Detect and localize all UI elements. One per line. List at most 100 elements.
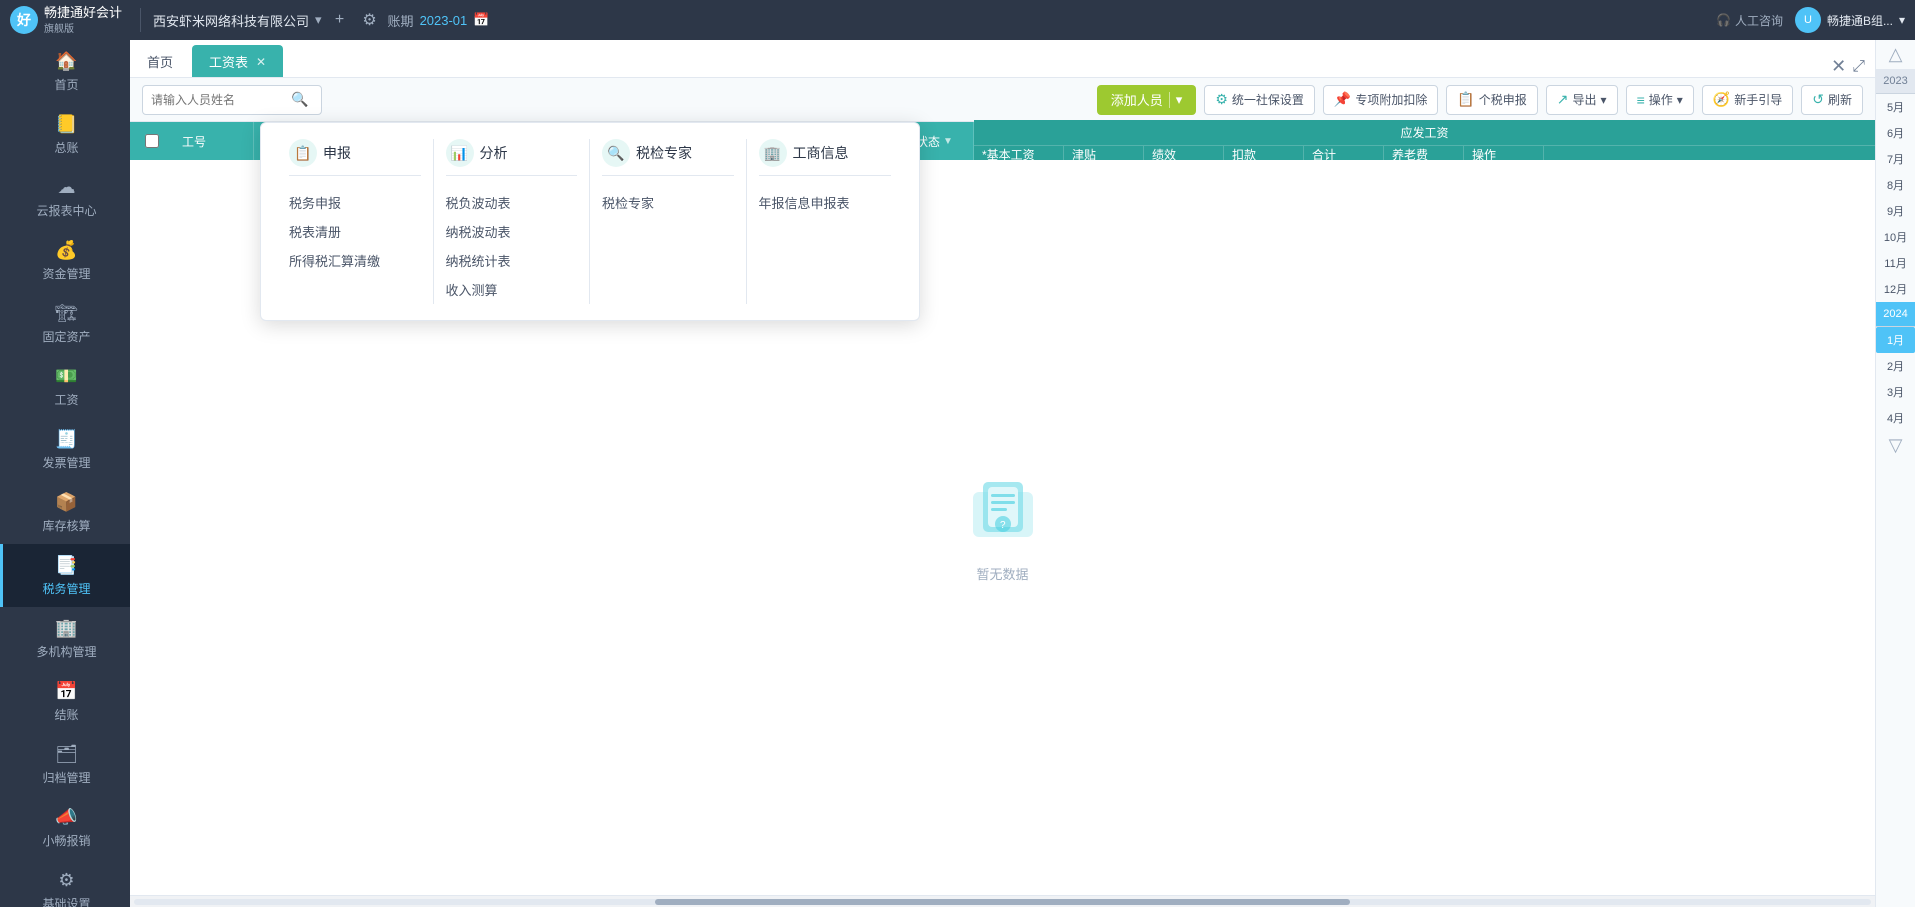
logo-area: 好 畅捷通好会计 旗舰版 bbox=[10, 5, 140, 36]
refresh-button[interactable]: ↺ 刷新 bbox=[1801, 85, 1863, 115]
special-deduction-button[interactable]: 📌 专项附加扣除 bbox=[1323, 85, 1438, 115]
settings-icon[interactable]: ⚙ bbox=[358, 8, 382, 32]
item-annual-report[interactable]: 年报信息申报表 bbox=[759, 188, 892, 217]
month-11[interactable]: 11月 bbox=[1876, 250, 1915, 276]
month-6[interactable]: 6月 bbox=[1876, 120, 1915, 146]
analysis-icon: 📊 bbox=[446, 139, 474, 167]
export-label: 导出 bbox=[1573, 91, 1597, 108]
sidebar-label-multi-org: 多机构管理 bbox=[36, 643, 96, 660]
month-9[interactable]: 9月 bbox=[1876, 198, 1915, 224]
sidebar-label-tax: 税务管理 bbox=[42, 580, 90, 597]
item-income-tax-settlement[interactable]: 所得税汇算清缴 bbox=[289, 246, 421, 275]
special-deduction-label: 专项附加扣除 bbox=[1355, 91, 1427, 108]
scroll-down-icon[interactable]: ▽ bbox=[1876, 431, 1915, 460]
month-4[interactable]: 4月 bbox=[1876, 405, 1915, 431]
month-10[interactable]: 10月 bbox=[1876, 224, 1915, 250]
month-2[interactable]: 2月 bbox=[1876, 353, 1915, 379]
month-7[interactable]: 7月 bbox=[1876, 146, 1915, 172]
horizontal-scrollbar-thumb[interactable] bbox=[655, 899, 1350, 905]
sidebar-item-cloud-report[interactable]: ☁ 云报表中心 bbox=[0, 166, 130, 229]
horizontal-scrollbar-track[interactable] bbox=[134, 899, 1871, 905]
sidebar-item-fixed-assets[interactable]: 🏗 固定资产 bbox=[0, 292, 130, 355]
operations-button[interactable]: ≡ 操作 ▾ bbox=[1626, 85, 1694, 115]
sidebar-item-closing[interactable]: 📅 结账 bbox=[0, 670, 130, 733]
sidebar: 🏠 首页 📒 总账 ☁ 云报表中心 💰 资金管理 🏗 固定资产 💵 工资 🧾 发… bbox=[0, 40, 130, 907]
business-info-title: 工商信息 bbox=[793, 143, 849, 163]
dropdown-section-analysis: 📊 分析 税负波动表 纳税波动表 纳税统计表 收入测算 bbox=[434, 139, 591, 304]
item-tax-payment-fluctuation[interactable]: 纳税波动表 bbox=[446, 217, 578, 246]
content-area: 首页 工资表 ✕ ✕ ⤢ 🔍 添加人员 ▾ bbox=[130, 40, 1875, 907]
month-3[interactable]: 3月 bbox=[1876, 379, 1915, 405]
item-tax-expert[interactable]: 税检专家 bbox=[602, 188, 734, 217]
sidebar-item-xiaochang[interactable]: 📣 小畅报销 bbox=[0, 796, 130, 859]
sidebar-item-settings[interactable]: ⚙ 基础设置 bbox=[0, 859, 130, 907]
search-input[interactable] bbox=[151, 93, 291, 107]
sidebar-item-tax[interactable]: 📑 税务管理 bbox=[0, 544, 130, 607]
item-income-forecast[interactable]: 收入测算 bbox=[446, 275, 578, 304]
declaration-icon: 📋 bbox=[289, 139, 317, 167]
sidebar-item-payroll[interactable]: 💵 工资 bbox=[0, 355, 130, 418]
calendar-icon[interactable]: 📅 bbox=[473, 12, 489, 28]
user-name: 畅捷通B组... bbox=[1827, 12, 1893, 29]
add-person-label: 添加人员 bbox=[1111, 90, 1163, 109]
sidebar-label-fixed-assets: 固定资产 bbox=[42, 328, 90, 345]
company-dropdown-icon[interactable]: ▾ bbox=[315, 12, 322, 28]
user-dropdown-icon: ▾ bbox=[1899, 13, 1905, 27]
scroll-up-icon[interactable]: △ bbox=[1876, 40, 1915, 69]
guide-toolbar-icon: 🧭 bbox=[1713, 91, 1730, 108]
closing-icon: 📅 bbox=[56, 680, 78, 702]
app-title: 畅捷通好会计 bbox=[44, 5, 122, 21]
select-all-checkbox[interactable] bbox=[145, 134, 159, 148]
item-tax-form-list[interactable]: 税表清册 bbox=[289, 217, 421, 246]
item-tax-declaration[interactable]: 税务申报 bbox=[289, 188, 421, 217]
archive-icon: 🗂 bbox=[56, 743, 78, 765]
item-tax-payment-statistics[interactable]: 纳税统计表 bbox=[446, 246, 578, 275]
sidebar-label-settings: 基础设置 bbox=[42, 895, 90, 907]
ledger-icon: 📒 bbox=[56, 113, 78, 135]
tax-icon: 📑 bbox=[56, 554, 78, 576]
tab-payroll[interactable]: 工资表 ✕ bbox=[192, 45, 283, 77]
sidebar-item-invoice[interactable]: 🧾 发票管理 bbox=[0, 418, 130, 481]
service-button[interactable]: 🎧 人工咨询 bbox=[1716, 12, 1783, 29]
year-2023-label: 2023 bbox=[1876, 69, 1915, 94]
sidebar-item-home[interactable]: 🏠 首页 bbox=[0, 40, 130, 103]
operations-dropdown-icon: ▾ bbox=[1677, 93, 1683, 107]
tax-report-label: 个税申报 bbox=[1479, 91, 1527, 108]
th-checkbox-all[interactable] bbox=[130, 134, 174, 148]
user-area[interactable]: U 畅捷通B组... ▾ bbox=[1795, 7, 1905, 33]
dropdown-section-tax-expert: 🔍 税检专家 税检专家 bbox=[590, 139, 747, 304]
month-8[interactable]: 8月 bbox=[1876, 172, 1915, 198]
search-icon: 🔍 bbox=[291, 91, 308, 108]
bottom-scrollbar bbox=[130, 895, 1875, 907]
svg-text:?: ? bbox=[1000, 520, 1006, 531]
tab-home[interactable]: 首页 bbox=[130, 45, 190, 77]
guide-button[interactable]: 🧭 新手引导 bbox=[1702, 85, 1793, 115]
sidebar-label-closing: 结账 bbox=[54, 706, 78, 723]
tax-expert-icon: 🔍 bbox=[602, 139, 630, 167]
report-status-filter-icon[interactable]: ▼ bbox=[943, 136, 953, 147]
month-5[interactable]: 5月 bbox=[1876, 94, 1915, 120]
period-label: 账期 bbox=[388, 11, 414, 30]
app-subtitle: 旗舰版 bbox=[44, 20, 122, 35]
month-1[interactable]: 1月 bbox=[1876, 327, 1915, 353]
social-insurance-icon: ⚙ bbox=[1215, 91, 1228, 108]
item-tax-burden-fluctuation[interactable]: 税负波动表 bbox=[446, 188, 578, 217]
sidebar-item-ledger[interactable]: 📒 总账 bbox=[0, 103, 130, 166]
sidebar-item-archive[interactable]: 🗂 归档管理 bbox=[0, 733, 130, 796]
window-expand-icon[interactable]: ⤢ bbox=[1852, 58, 1865, 76]
tab-close-icon[interactable]: ✕ bbox=[256, 55, 266, 69]
dropdown-section-business-info: 🏢 工商信息 年报信息申报表 bbox=[747, 139, 904, 304]
tax-report-button[interactable]: 📋 个税申报 bbox=[1446, 85, 1537, 115]
export-button[interactable]: ↗ 导出 ▾ bbox=[1546, 85, 1618, 115]
month-12[interactable]: 12月 bbox=[1876, 276, 1915, 302]
fund-icon: 💰 bbox=[56, 239, 78, 261]
window-close-icon[interactable]: ✕ bbox=[1831, 56, 1846, 77]
sidebar-item-inventory[interactable]: 📦 库存核算 bbox=[0, 481, 130, 544]
sidebar-item-fund[interactable]: 💰 资金管理 bbox=[0, 229, 130, 292]
top-header: 好 畅捷通好会计 旗舰版 西安虾米网络科技有限公司 ▾ + ⚙ 账期 2023-… bbox=[0, 0, 1915, 40]
sidebar-item-multi-org[interactable]: 🏢 多机构管理 bbox=[0, 607, 130, 670]
salary-group-header: 应发工资 *基本工资 津贴 绩效 扣款 合计 养老费 操作 bbox=[974, 120, 1875, 163]
add-person-button[interactable]: 添加人员 ▾ bbox=[1097, 85, 1197, 115]
add-company-icon[interactable]: + bbox=[328, 8, 352, 32]
social-insurance-button[interactable]: ⚙ 统一社保设置 bbox=[1204, 85, 1315, 115]
